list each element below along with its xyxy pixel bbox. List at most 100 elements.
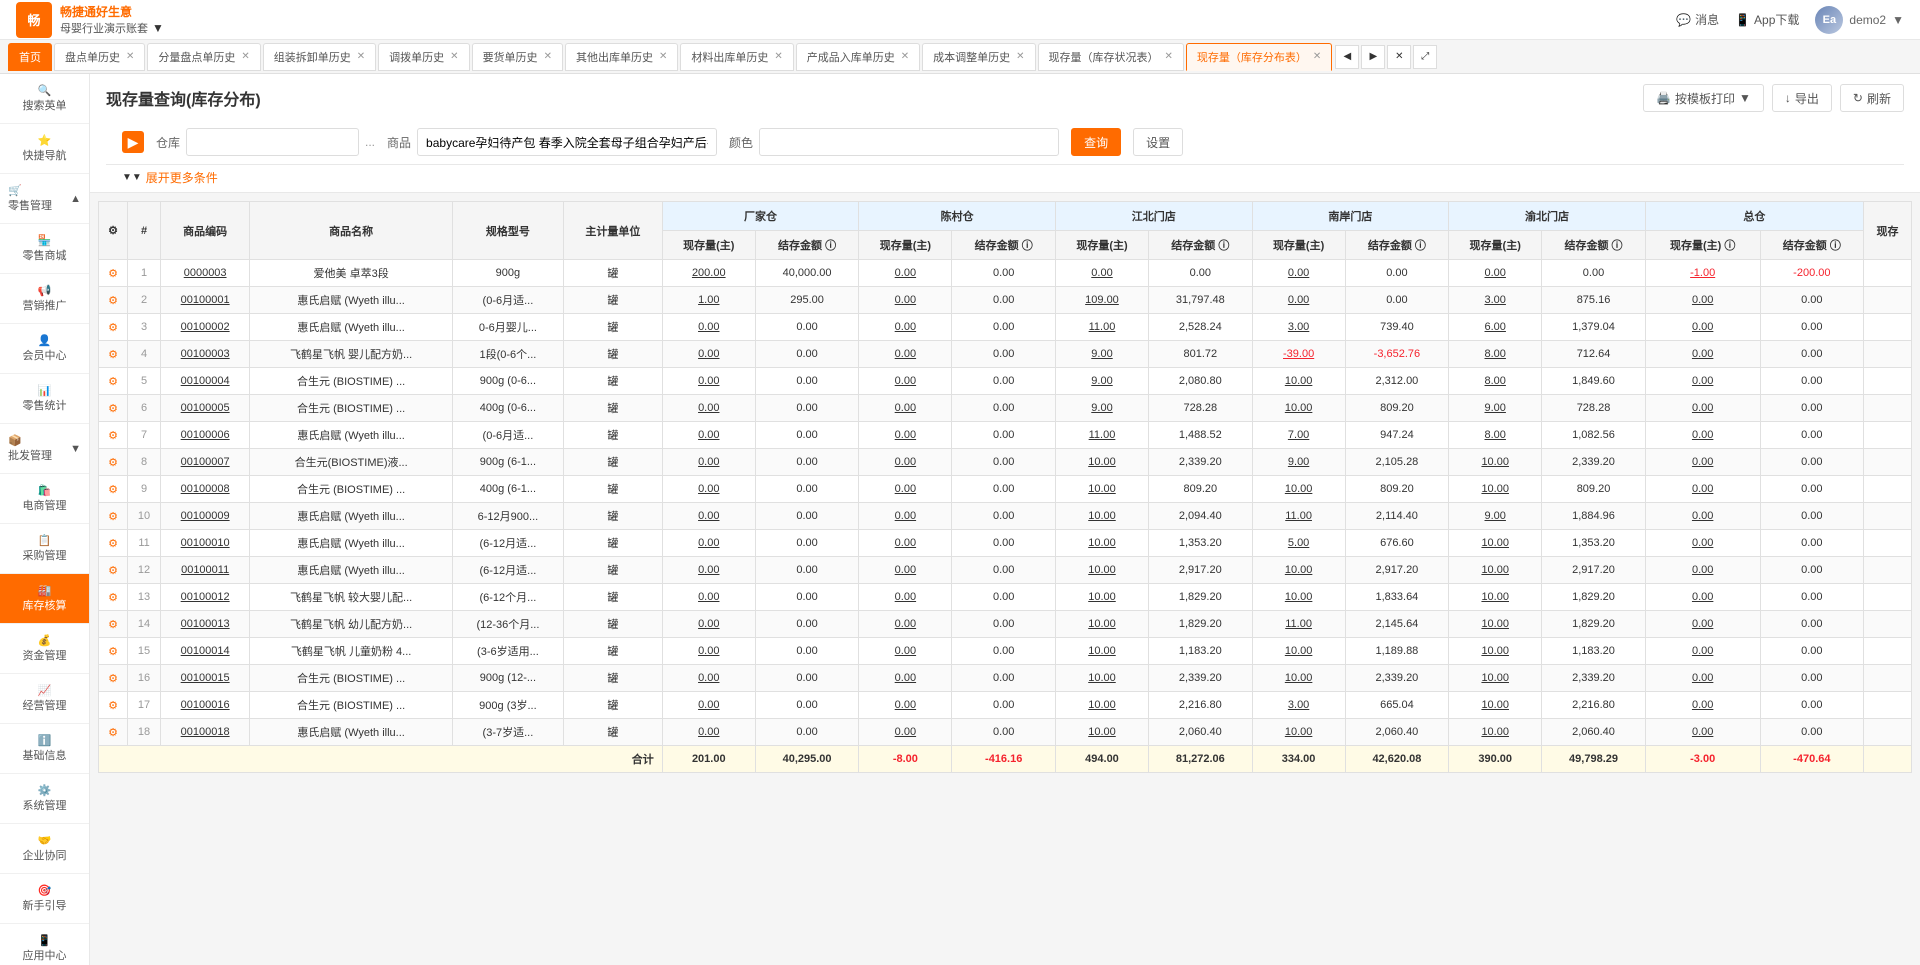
row-t-qty[interactable]: 0.00 [1645,638,1760,665]
row-c-qty[interactable]: 0.00 [859,287,952,314]
row-f-qty[interactable]: 0.00 [662,665,755,692]
row-y-qty[interactable]: 10.00 [1449,584,1542,611]
row-y-qty[interactable]: 0.00 [1449,260,1542,287]
row-c-qty[interactable]: 0.00 [859,368,952,395]
row-t-qty[interactable]: 0.00 [1645,719,1760,746]
tab-home[interactable]: 首页 [8,43,52,71]
row-t-qty[interactable]: 0.00 [1645,557,1760,584]
sidebar-item-retail-store[interactable]: 🏪 零售商城 [0,224,89,274]
sidebar-item-enterprise[interactable]: 🤝 企业协同 [0,824,89,874]
tab-inventory-count[interactable]: 盘点单历史 ✕ [54,43,145,71]
sidebar-item-marketing[interactable]: 📢 营销推广 [0,274,89,324]
row-j-qty[interactable]: 10.00 [1055,584,1148,611]
sidebar-item-retail-stats[interactable]: 📊 零售统计 [0,374,89,424]
row-code[interactable]: 00100006 [160,422,249,449]
close-icon[interactable]: ✕ [450,51,458,62]
row-settings[interactable]: ⚙ [99,341,128,368]
row-settings[interactable]: ⚙ [99,638,128,665]
row-code[interactable]: 00100002 [160,314,249,341]
row-y-qty[interactable]: 10.00 [1449,557,1542,584]
row-y-qty[interactable]: 10.00 [1449,719,1542,746]
row-y-qty[interactable]: 9.00 [1449,503,1542,530]
row-t-qty[interactable]: 0.00 [1645,395,1760,422]
sidebar-item-search[interactable]: 🔍 搜索英单 [0,74,89,124]
close-icon[interactable]: ✕ [901,51,909,62]
row-settings[interactable]: ⚙ [99,287,128,314]
row-t-qty[interactable]: 0.00 [1645,368,1760,395]
close-icon[interactable]: ✕ [1313,51,1321,62]
row-f-qty[interactable]: 0.00 [662,503,755,530]
row-f-qty[interactable]: 0.00 [662,719,755,746]
row-t-qty[interactable]: 0.00 [1645,665,1760,692]
row-j-qty[interactable]: 9.00 [1055,341,1148,368]
row-n-qty[interactable]: 0.00 [1252,287,1345,314]
tab-other-out[interactable]: 其他出库单历史 ✕ [565,43,678,71]
tab-cost-adjust[interactable]: 成本调整单历史 ✕ [922,43,1035,71]
row-code[interactable]: 0000003 [160,260,249,287]
close-icon[interactable]: ✕ [357,51,365,62]
brand-sub[interactable]: 母婴行业演示账套 ▼ [60,20,164,36]
close-icon[interactable]: ✕ [1165,51,1173,62]
print-button[interactable]: 🖨️ 按模板打印 ▼ [1643,84,1764,112]
row-t-qty[interactable]: 0.00 [1645,341,1760,368]
row-settings[interactable]: ⚙ [99,611,128,638]
table-container[interactable]: ⚙ # 商品编码 商品名称 规格型号 主计量单位 厂家仓 陈村仓 江北门店 南岸… [90,193,1920,965]
sidebar-item-quicknav[interactable]: ⭐ 快捷导航 [0,124,89,174]
sidebar-item-operations[interactable]: 📈 经营管理 [0,674,89,724]
row-t-qty[interactable]: 0.00 [1645,287,1760,314]
row-j-qty[interactable]: 10.00 [1055,611,1148,638]
row-j-qty[interactable]: 9.00 [1055,395,1148,422]
row-f-qty[interactable]: 0.00 [662,557,755,584]
row-settings[interactable]: ⚙ [99,557,128,584]
tab-stock-distribution[interactable]: 现存量（库存分布表） ✕ [1186,43,1332,71]
row-t-qty[interactable]: 0.00 [1645,314,1760,341]
row-n-qty[interactable]: 10.00 [1252,719,1345,746]
row-c-qty[interactable]: 0.00 [859,530,952,557]
row-c-qty[interactable]: 0.00 [859,503,952,530]
row-y-qty[interactable]: 8.00 [1449,422,1542,449]
row-j-qty[interactable]: 11.00 [1055,422,1148,449]
sidebar-item-basic-info[interactable]: ℹ️ 基础信息 [0,724,89,774]
row-n-qty[interactable]: 11.00 [1252,503,1345,530]
row-f-qty[interactable]: 0.00 [662,449,755,476]
row-settings[interactable]: ⚙ [99,260,128,287]
row-code[interactable]: 00100007 [160,449,249,476]
setting-button[interactable]: 设置 [1133,128,1183,156]
row-y-qty[interactable]: 10.00 [1449,530,1542,557]
row-n-qty[interactable]: 10.00 [1252,638,1345,665]
row-n-qty[interactable]: 9.00 [1252,449,1345,476]
tab-product-in[interactable]: 产成品入库单历史 ✕ [796,43,920,71]
row-n-qty[interactable]: 7.00 [1252,422,1345,449]
row-c-qty[interactable]: 0.00 [859,449,952,476]
row-settings[interactable]: ⚙ [99,530,128,557]
row-settings[interactable]: ⚙ [99,476,128,503]
query-button[interactable]: 查询 [1071,128,1121,156]
sidebar-item-retail-mgmt[interactable]: 🛒 零售管理 ▲ [0,174,89,224]
tab-expand[interactable]: ⤢ [1413,45,1437,69]
row-c-qty[interactable]: 0.00 [859,611,952,638]
row-code[interactable]: 00100001 [160,287,249,314]
row-code[interactable]: 00100012 [160,584,249,611]
tab-stock-status[interactable]: 现存量（库存状况表） ✕ [1038,43,1184,71]
row-c-qty[interactable]: 0.00 [859,395,952,422]
row-f-qty[interactable]: 0.00 [662,611,755,638]
row-j-qty[interactable]: 10.00 [1055,476,1148,503]
row-n-qty[interactable]: 11.00 [1252,611,1345,638]
warehouse-ellipsis[interactable]: ... [365,135,375,149]
row-j-qty[interactable]: 11.00 [1055,314,1148,341]
row-n-qty[interactable]: 10.00 [1252,395,1345,422]
row-t-qty[interactable]: 0.00 [1645,692,1760,719]
row-n-qty[interactable]: 3.00 [1252,692,1345,719]
tab-nav-next[interactable]: ▶ [1361,45,1385,69]
row-f-qty[interactable]: 0.00 [662,341,755,368]
row-settings[interactable]: ⚙ [99,719,128,746]
row-n-qty[interactable]: 10.00 [1252,665,1345,692]
row-c-qty[interactable]: 0.00 [859,314,952,341]
row-f-qty[interactable]: 0.00 [662,584,755,611]
close-icon[interactable]: ✕ [241,51,249,62]
row-j-qty[interactable]: 10.00 [1055,503,1148,530]
tab-assemble[interactable]: 组装拆卸单历史 ✕ [263,43,376,71]
col-settings[interactable]: ⚙ [99,202,128,260]
row-c-qty[interactable]: 0.00 [859,584,952,611]
row-code[interactable]: 00100008 [160,476,249,503]
